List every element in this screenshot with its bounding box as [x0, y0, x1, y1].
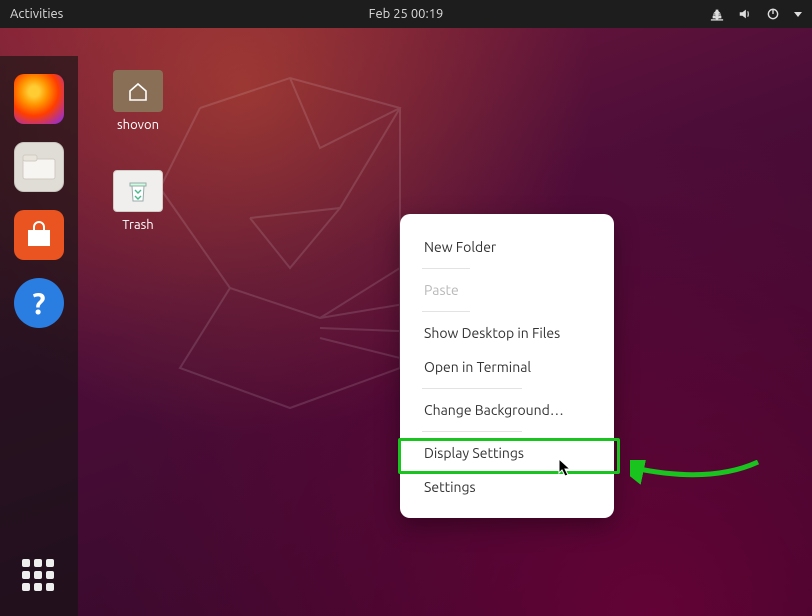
- menu-separator: [422, 268, 470, 269]
- show-applications-button[interactable]: [22, 559, 54, 591]
- trash-icon: [113, 170, 163, 212]
- annotation-arrow: [630, 460, 760, 490]
- network-icon: [710, 7, 724, 21]
- desktop-icon-home-label: shovon: [117, 118, 159, 132]
- menu-separator: [422, 388, 522, 389]
- dock-firefox[interactable]: [14, 74, 64, 124]
- menu-paste: Paste: [400, 273, 614, 307]
- dock: ?: [0, 56, 78, 616]
- power-icon: [766, 7, 780, 21]
- status-area[interactable]: [710, 7, 802, 21]
- folder-icon: [22, 153, 56, 181]
- menu-open-in-terminal[interactable]: Open in Terminal: [400, 350, 614, 384]
- dock-help[interactable]: ?: [14, 278, 64, 328]
- bag-icon: [24, 220, 54, 250]
- dock-files[interactable]: [14, 142, 64, 192]
- chevron-down-icon: [794, 12, 802, 17]
- menu-separator: [422, 311, 470, 312]
- dock-software[interactable]: [14, 210, 64, 260]
- home-folder-icon: [113, 70, 163, 112]
- menu-show-desktop-in-files[interactable]: Show Desktop in Files: [400, 316, 614, 350]
- desktop-icon-trash-label: Trash: [122, 218, 153, 232]
- wallpaper-dots: [140, 228, 410, 230]
- clock[interactable]: Feb 25 00:19: [369, 7, 444, 21]
- activities-button[interactable]: Activities: [10, 7, 63, 21]
- menu-display-settings[interactable]: Display Settings: [400, 436, 614, 470]
- volume-icon: [738, 7, 752, 21]
- desktop-icon-home[interactable]: shovon: [98, 70, 178, 132]
- desktop-context-menu: New Folder Paste Show Desktop in Files O…: [400, 214, 614, 518]
- desktop-icon-trash[interactable]: Trash: [98, 170, 178, 232]
- menu-change-background[interactable]: Change Background…: [400, 393, 614, 427]
- top-bar: Activities Feb 25 00:19: [0, 0, 812, 28]
- menu-new-folder[interactable]: New Folder: [400, 230, 614, 264]
- menu-separator: [422, 431, 522, 432]
- menu-settings[interactable]: Settings: [400, 470, 614, 504]
- desktop[interactable]: ? shovon Trash New Folder Paste Show Des…: [0, 28, 812, 616]
